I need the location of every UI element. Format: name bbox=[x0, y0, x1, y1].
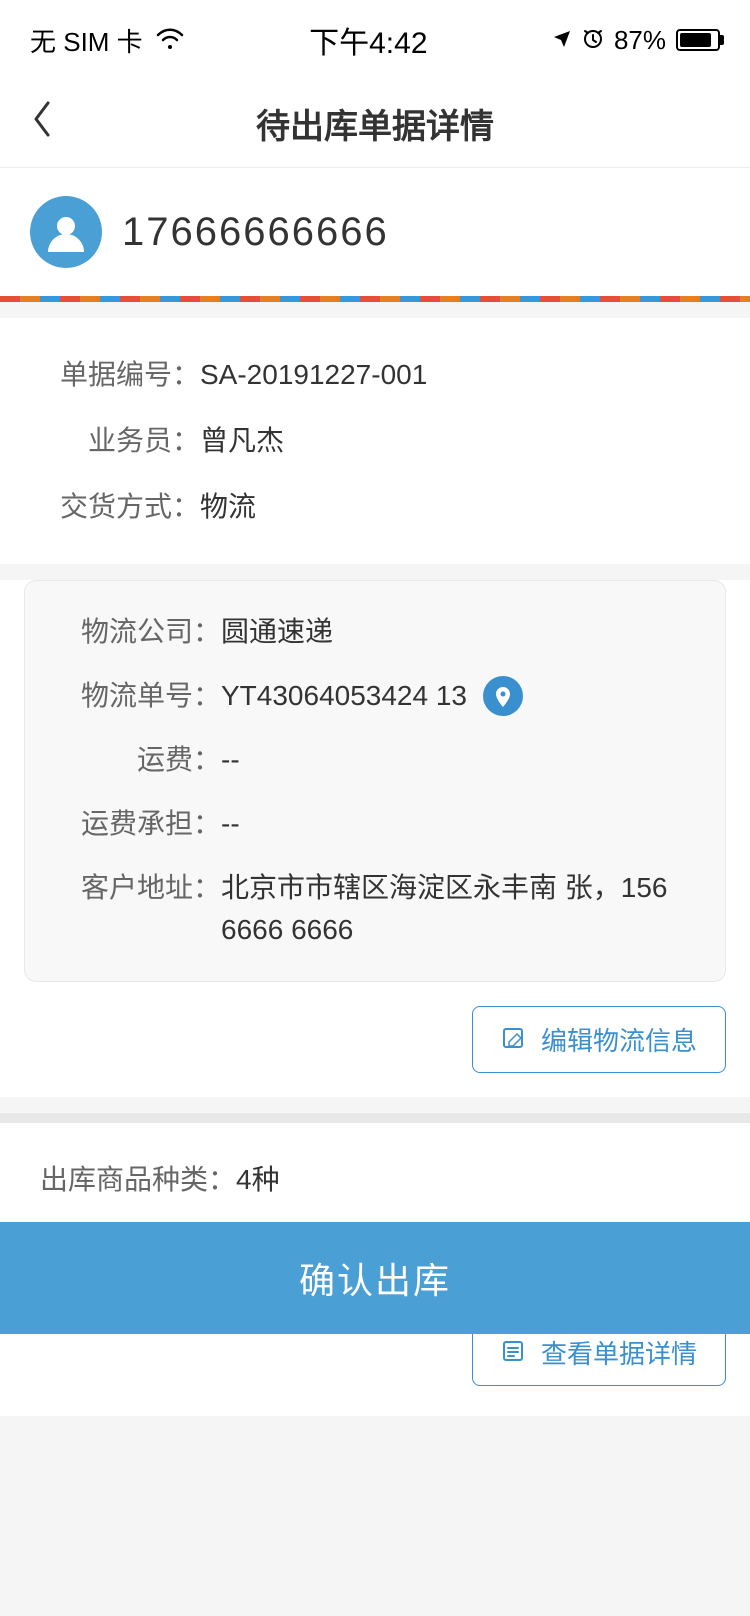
order-number-row: 单据编号： SA-20191227-001 bbox=[40, 354, 710, 396]
status-bar: 无 SIM 卡 下午4:42 87% bbox=[0, 0, 750, 80]
edit-logistics-button[interactable]: 编辑物流信息 bbox=[472, 1006, 726, 1073]
logistics-address-row: 客户地址： 北京市市辖区海淀区永丰南 张，156 6666 6666 bbox=[61, 867, 689, 951]
logistics-company-row: 物流公司： 圆通速递 bbox=[61, 611, 689, 653]
logistics-tracking-label: 物流单号： bbox=[61, 675, 221, 717]
salesperson-label: 业务员： bbox=[40, 420, 200, 462]
delivery-method-value: 物流 bbox=[200, 486, 710, 528]
battery-icon bbox=[676, 29, 720, 51]
bottom-space bbox=[0, 1416, 750, 1616]
logistics-number-container: YT43064053424 13 bbox=[221, 675, 523, 717]
confirm-btn-container: 确认出库 bbox=[0, 1222, 750, 1334]
avatar bbox=[30, 196, 102, 268]
order-number-value: SA-20191227-001 bbox=[200, 354, 710, 396]
status-time: 下午4:42 bbox=[309, 18, 427, 62]
track-location-button[interactable] bbox=[483, 676, 523, 716]
edit-logistics-label: 编辑物流信息 bbox=[541, 1021, 697, 1058]
confirm-button[interactable]: 确认出库 bbox=[299, 1252, 451, 1304]
logistics-freight-bearer-value: -- bbox=[221, 803, 689, 845]
wifi-icon bbox=[155, 25, 185, 56]
logistics-freight-bearer-row: 运费承担： -- bbox=[61, 803, 689, 845]
logistics-company-label: 物流公司： bbox=[61, 611, 221, 653]
edit-icon bbox=[501, 1026, 529, 1054]
logistics-card: 物流公司： 圆通速递 物流单号： YT43064053424 13 运费： --… bbox=[24, 580, 726, 982]
basic-info-section: 单据编号： SA-20191227-001 业务员： 曾凡杰 交货方式： 物流 bbox=[0, 318, 750, 564]
edit-btn-row: 编辑物流信息 bbox=[0, 1006, 750, 1097]
logistics-address-label: 客户地址： bbox=[61, 867, 221, 909]
logistics-tracking-value: YT43064053424 13 bbox=[221, 675, 467, 717]
salesperson-value: 曾凡杰 bbox=[200, 420, 710, 462]
nav-bar: 待出库单据详情 bbox=[0, 80, 750, 168]
logistics-freight-bearer-label: 运费承担： bbox=[61, 803, 221, 845]
list-icon bbox=[501, 1339, 529, 1367]
logistics-company-value: 圆通速递 bbox=[221, 611, 689, 653]
logistics-freight-label: 运费： bbox=[61, 739, 221, 781]
logistics-section: 物流公司： 圆通速递 物流单号： YT43064053424 13 运费： --… bbox=[0, 580, 750, 1097]
product-type-value: 4种 bbox=[236, 1159, 710, 1201]
page-title: 待出库单据详情 bbox=[256, 99, 494, 148]
status-right: 87% bbox=[552, 25, 720, 56]
battery-percent: 87% bbox=[614, 25, 666, 56]
alarm-icon bbox=[582, 25, 604, 56]
section-divider bbox=[0, 1113, 750, 1123]
user-phone: 17666666666 bbox=[122, 210, 389, 255]
carrier-text: 无 SIM 卡 bbox=[30, 22, 143, 59]
logistics-freight-value: -- bbox=[221, 739, 689, 781]
logistics-freight-row: 运费： -- bbox=[61, 739, 689, 781]
status-left: 无 SIM 卡 bbox=[30, 22, 185, 59]
back-button[interactable] bbox=[30, 99, 54, 148]
salesperson-row: 业务员： 曾凡杰 bbox=[40, 420, 710, 462]
location-icon bbox=[552, 25, 572, 56]
delivery-method-row: 交货方式： 物流 bbox=[40, 486, 710, 528]
user-section: 17666666666 bbox=[0, 168, 750, 302]
logistics-tracking-row: 物流单号： YT43064053424 13 bbox=[61, 675, 689, 717]
product-type-row: 出库商品种类： 4种 bbox=[40, 1159, 710, 1201]
order-number-label: 单据编号： bbox=[40, 354, 200, 396]
dashed-separator bbox=[0, 296, 750, 302]
view-detail-label: 查看单据详情 bbox=[541, 1334, 697, 1371]
logistics-address-value: 北京市市辖区海淀区永丰南 张，156 6666 6666 bbox=[221, 867, 689, 951]
product-type-label: 出库商品种类： bbox=[40, 1159, 236, 1201]
delivery-method-label: 交货方式： bbox=[40, 486, 200, 528]
